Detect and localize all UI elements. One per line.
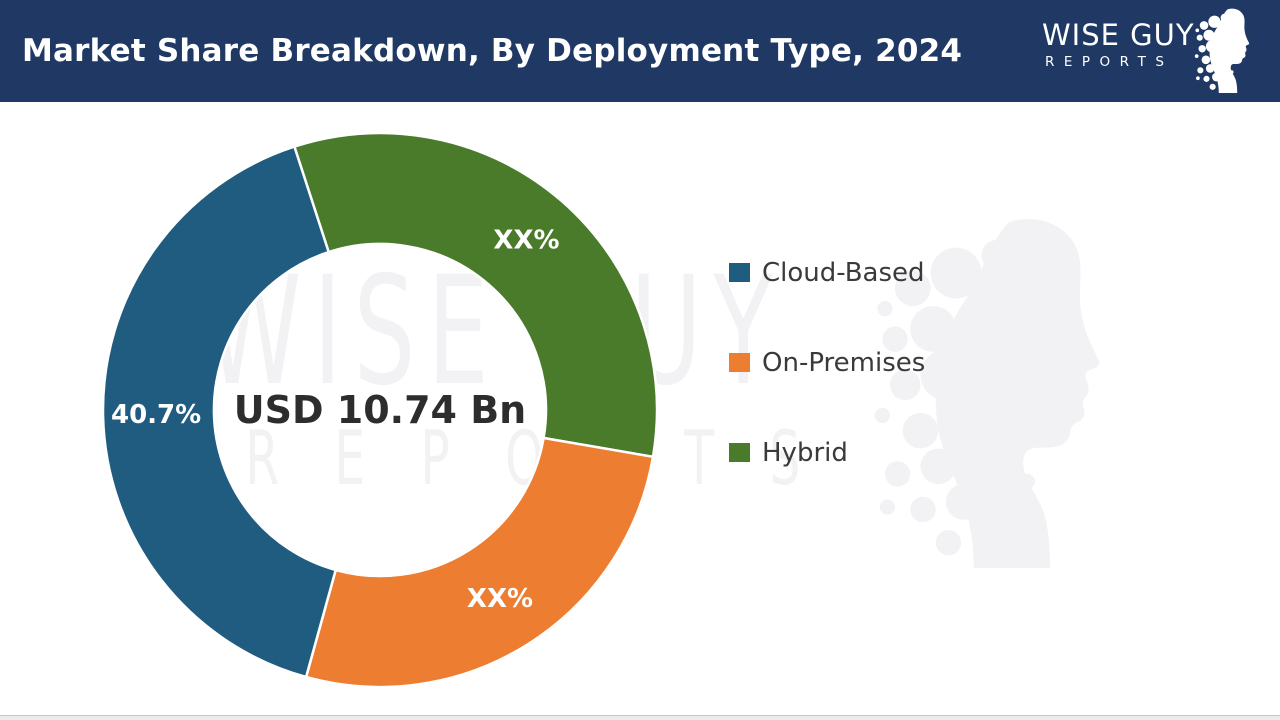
legend-item-cloud-based: Cloud-Based — [729, 256, 925, 289]
legend-swatch-on-premises — [729, 353, 750, 372]
page-title: Market Share Breakdown, By Deployment Ty… — [22, 33, 963, 69]
logo-face-icon — [1194, 8, 1250, 93]
legend-label: Cloud-Based — [762, 257, 925, 288]
legend-swatch-cloud-based — [729, 263, 750, 282]
donut-chart: XX% XX% 40.7% — [101, 131, 659, 689]
header: Market Share Breakdown, By Deployment Ty… — [0, 0, 1280, 102]
chart-center-value: USD 10.74 Bn — [233, 388, 527, 432]
slice-label-hybrid: XX% — [493, 226, 559, 256]
slice-label-cloud-based: 40.7% — [111, 400, 201, 430]
legend-swatch-hybrid — [729, 443, 750, 462]
slice-label-on-premises: XX% — [467, 584, 533, 614]
legend-item-hybrid: Hybrid — [729, 436, 925, 469]
donut-slice-on-premises — [304, 436, 655, 689]
wise-guy-logo: WISE GUY REPORTS — [1042, 8, 1274, 100]
legend-label: Hybrid — [762, 437, 848, 468]
legend: Cloud-Based On-Premises Hybrid — [729, 256, 925, 526]
legend-item-on-premises: On-Premises — [729, 346, 925, 379]
bottom-divider — [0, 715, 1280, 720]
legend-label: On-Premises — [762, 347, 926, 378]
